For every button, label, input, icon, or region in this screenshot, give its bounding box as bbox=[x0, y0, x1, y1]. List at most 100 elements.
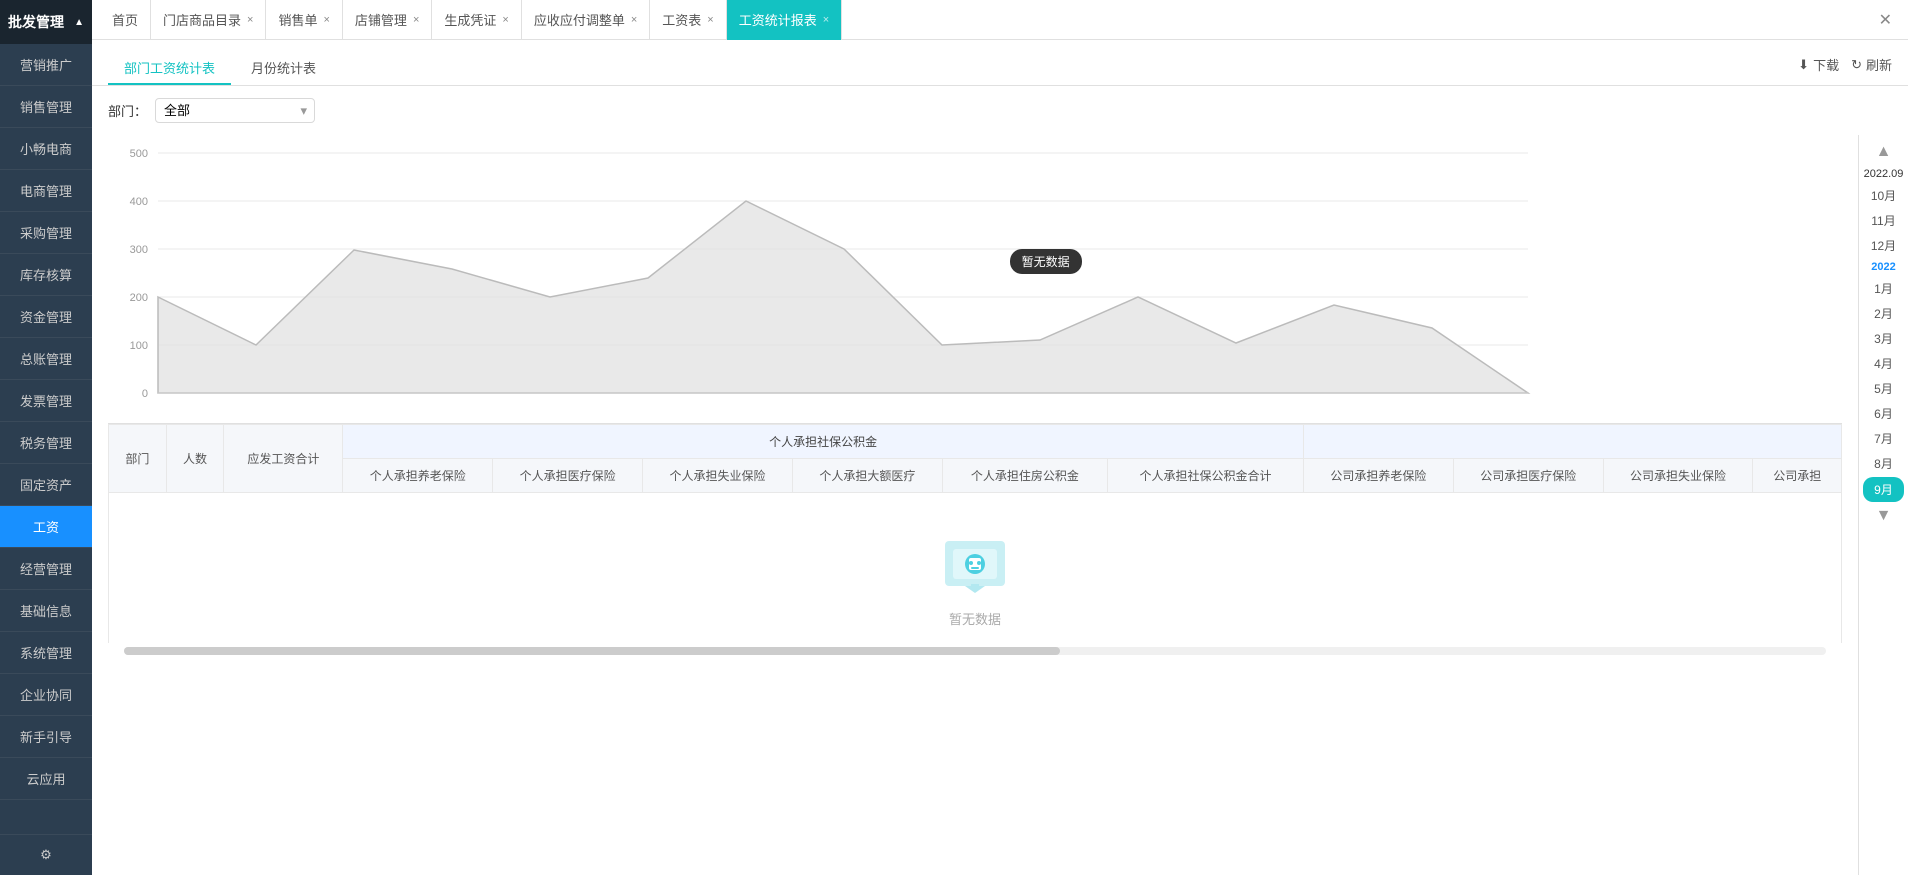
timeline-month-oct[interactable]: 10月 bbox=[1859, 183, 1908, 208]
tab-close-4[interactable]: × bbox=[502, 14, 508, 26]
sub-tab-0[interactable]: 部门工资统计表 bbox=[108, 52, 231, 85]
table-scrollbar[interactable] bbox=[124, 647, 1826, 655]
sidebar-header[interactable]: 批发管理 ▲ bbox=[0, 0, 92, 44]
th-col-9: 公司承担 bbox=[1753, 459, 1842, 493]
th-col-4: 个人承担住房公积金 bbox=[942, 459, 1107, 493]
main-area: 首页门店商品目录×销售单×店铺管理×生成凭证×应收应付调整单×工资表×工资统计报… bbox=[92, 0, 1908, 875]
th-col-3: 个人承担大额医疗 bbox=[792, 459, 942, 493]
timeline: ▲ 2022.09 10月 11月 12月 2022 1月 2月 3月 4月 5… bbox=[1858, 135, 1908, 875]
sub-tab-bar: 部门工资统计表月份统计表 ⬇ 下载 ↻ 刷新 bbox=[92, 40, 1908, 86]
tab-close-2[interactable]: × bbox=[323, 14, 329, 26]
sidebar-collapse-icon: ▲ bbox=[74, 17, 84, 28]
no-data-text: 暂无数据 bbox=[949, 609, 1001, 628]
tab-item-7[interactable]: 工资统计报表× bbox=[727, 0, 842, 40]
sidebar-item-2[interactable]: 小畅电商 bbox=[0, 128, 92, 170]
refresh-button[interactable]: ↻ 刷新 bbox=[1851, 55, 1892, 74]
page-content: 部门工资统计表月份统计表 ⬇ 下载 ↻ 刷新 部门： 全 bbox=[92, 40, 1908, 875]
table-scrollbar-thumb bbox=[124, 647, 1060, 655]
svg-text:200: 200 bbox=[130, 292, 148, 304]
refresh-icon: ↻ bbox=[1851, 57, 1862, 73]
tab-close-5[interactable]: × bbox=[631, 14, 637, 26]
tab-item-0[interactable]: 首页 bbox=[100, 0, 151, 40]
sidebar-item-7[interactable]: 总账管理 bbox=[0, 338, 92, 380]
action-buttons: ⬇ 下载 ↻ 刷新 bbox=[1798, 55, 1892, 82]
sidebar-item-11[interactable]: 工资 bbox=[0, 506, 92, 548]
data-table-wrap[interactable]: 部门 人数 应发工资合计 个人承担社保公积金 个人承担养老保险个人承担医疗保险个… bbox=[108, 423, 1842, 643]
chart-area: 500 400 300 200 100 0 bbox=[92, 135, 1858, 875]
timeline-month-jan[interactable]: 1月 bbox=[1859, 276, 1908, 301]
th-department: 部门 bbox=[109, 425, 167, 493]
department-select-wrap[interactable]: 全部 bbox=[155, 98, 315, 123]
timeline-month-feb[interactable]: 2月 bbox=[1859, 301, 1908, 326]
department-select[interactable]: 全部 bbox=[155, 98, 315, 123]
sidebar-item-9[interactable]: 税务管理 bbox=[0, 422, 92, 464]
sidebar-item-13[interactable]: 基础信息 bbox=[0, 590, 92, 632]
sidebar-item-4[interactable]: 采购管理 bbox=[0, 212, 92, 254]
no-data-icon bbox=[935, 521, 1015, 601]
sidebar-item-17[interactable]: 云应用 bbox=[0, 758, 92, 800]
tab-close-7[interactable]: × bbox=[823, 14, 829, 26]
timeline-month-aug[interactable]: 8月 bbox=[1859, 451, 1908, 476]
department-filter-label: 部门： bbox=[108, 101, 147, 120]
svg-text:500: 500 bbox=[130, 148, 148, 160]
th-col-6: 公司承担养老保险 bbox=[1303, 459, 1453, 493]
sidebar-title: 批发管理 bbox=[8, 12, 64, 32]
tab-bar: 首页门店商品目录×销售单×店铺管理×生成凭证×应收应付调整单×工资表×工资统计报… bbox=[92, 0, 1908, 40]
sidebar-item-5[interactable]: 库存核算 bbox=[0, 254, 92, 296]
download-icon: ⬇ bbox=[1798, 57, 1809, 73]
timeline-up-nav[interactable]: ▲ bbox=[1872, 139, 1896, 165]
timeline-month-jun[interactable]: 6月 bbox=[1859, 401, 1908, 426]
data-table: 部门 人数 应发工资合计 个人承担社保公积金 个人承担养老保险个人承担医疗保险个… bbox=[108, 424, 1842, 643]
sidebar-item-3[interactable]: 电商管理 bbox=[0, 170, 92, 212]
sidebar-item-6[interactable]: 资金管理 bbox=[0, 296, 92, 338]
timeline-year-2022-09: 2022.09 bbox=[1859, 165, 1908, 183]
timeline-month-may[interactable]: 5月 bbox=[1859, 376, 1908, 401]
svg-text:0: 0 bbox=[142, 388, 148, 400]
th-col-7: 公司承担医疗保险 bbox=[1453, 459, 1603, 493]
timeline-month-nov[interactable]: 11月 bbox=[1859, 208, 1908, 233]
tab-item-6[interactable]: 工资表× bbox=[650, 0, 726, 40]
sidebar-item-12[interactable]: 经营管理 bbox=[0, 548, 92, 590]
timeline-month-dec[interactable]: 12月 bbox=[1859, 233, 1908, 258]
sidebar-item-14[interactable]: 系统管理 bbox=[0, 632, 92, 674]
timeline-down-nav[interactable]: ▼ bbox=[1872, 503, 1896, 529]
tab-item-4[interactable]: 生成凭证× bbox=[432, 0, 521, 40]
th-total-wage: 应发工资合计 bbox=[224, 425, 343, 493]
th-col-8: 公司承担失业保险 bbox=[1603, 459, 1753, 493]
th-col-0: 个人承担养老保险 bbox=[343, 459, 493, 493]
sidebar-settings[interactable]: ⚙ bbox=[0, 834, 92, 875]
timeline-year-2022: 2022 bbox=[1859, 258, 1908, 276]
window-close-button[interactable]: ✕ bbox=[1871, 10, 1900, 30]
tab-close-1[interactable]: × bbox=[247, 14, 253, 26]
filter-bar: 部门： 全部 bbox=[92, 86, 1908, 135]
tab-close-6[interactable]: × bbox=[707, 14, 713, 26]
th-col-1: 个人承担医疗保险 bbox=[493, 459, 643, 493]
sidebar-item-0[interactable]: 营销推广 bbox=[0, 44, 92, 86]
tab-item-1[interactable]: 门店商品目录× bbox=[151, 0, 266, 40]
sidebar-item-10[interactable]: 固定资产 bbox=[0, 464, 92, 506]
tab-item-3[interactable]: 店铺管理× bbox=[343, 0, 432, 40]
sub-tabs: 部门工资统计表月份统计表 bbox=[108, 52, 332, 85]
sidebar-item-15[interactable]: 企业协同 bbox=[0, 674, 92, 716]
sub-tab-1[interactable]: 月份统计表 bbox=[235, 52, 332, 85]
tab-item-2[interactable]: 销售单× bbox=[266, 0, 342, 40]
download-label: 下载 bbox=[1813, 55, 1839, 74]
timeline-month-mar[interactable]: 3月 bbox=[1859, 326, 1908, 351]
th-count: 人数 bbox=[166, 425, 224, 493]
content-area: 部门工资统计表月份统计表 ⬇ 下载 ↻ 刷新 部门： 全 bbox=[92, 40, 1908, 875]
timeline-month-apr[interactable]: 4月 bbox=[1859, 351, 1908, 376]
svg-text:300: 300 bbox=[130, 244, 148, 256]
sidebar-item-1[interactable]: 销售管理 bbox=[0, 86, 92, 128]
tab-item-5[interactable]: 应收应付调整单× bbox=[522, 0, 650, 40]
download-button[interactable]: ⬇ 下载 bbox=[1798, 55, 1839, 74]
svg-text:100: 100 bbox=[130, 340, 148, 352]
th-col-2: 个人承担失业保险 bbox=[643, 459, 793, 493]
table-no-data: 暂无数据 bbox=[109, 493, 1842, 644]
timeline-month-sep[interactable]: 9月 bbox=[1863, 477, 1904, 502]
th-col-5: 个人承担社保公积金合计 bbox=[1107, 459, 1303, 493]
sidebar-item-16[interactable]: 新手引导 bbox=[0, 716, 92, 758]
chart-timeline-section: 500 400 300 200 100 0 bbox=[92, 135, 1908, 875]
sidebar-item-8[interactable]: 发票管理 bbox=[0, 380, 92, 422]
timeline-month-jul[interactable]: 7月 bbox=[1859, 426, 1908, 451]
tab-close-3[interactable]: × bbox=[413, 14, 419, 26]
